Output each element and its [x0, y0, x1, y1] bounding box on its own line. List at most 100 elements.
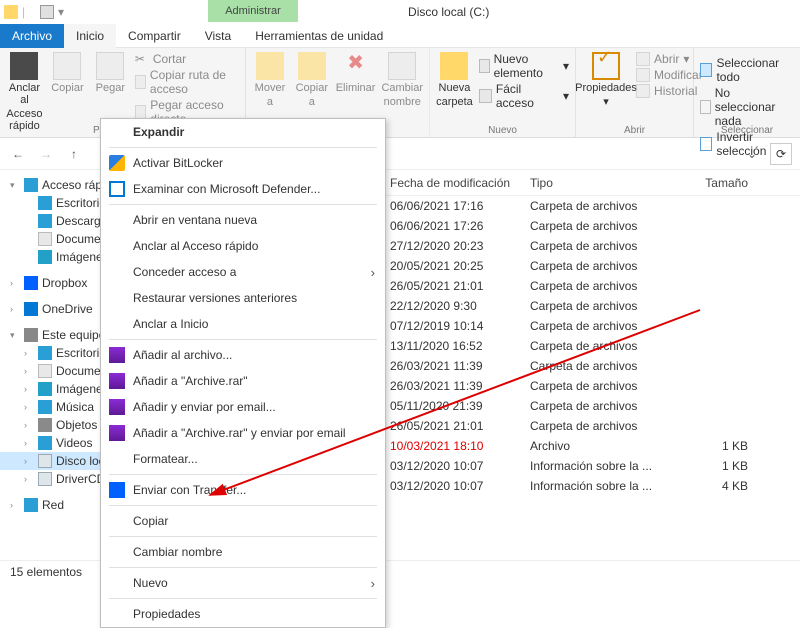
ctx-transfer[interactable]: Enviar con Transfer...	[101, 477, 385, 503]
cell-type: Carpeta de archivos	[530, 379, 688, 393]
new-folder-button[interactable]: Nuevacarpeta	[436, 50, 473, 108]
tab-home[interactable]: Inicio	[64, 24, 116, 48]
cell-size: 4 KB	[688, 479, 748, 493]
cell-type: Información sobre la ...	[530, 479, 688, 493]
ctx-add-send[interactable]: Añadir y enviar por email...	[101, 394, 385, 420]
ctx-new-window[interactable]: Abrir en ventana nueva	[101, 207, 385, 233]
ctx-add-rar[interactable]: Añadir a "Archive.rar"	[101, 368, 385, 394]
ctx-restore-versions[interactable]: Restaurar versiones anteriores	[101, 285, 385, 311]
ctx-rename[interactable]: Cambiar nombre	[101, 539, 385, 565]
copy-path-button[interactable]: Copiar ruta de acceso	[135, 68, 239, 96]
up-button[interactable]: ↑	[64, 144, 84, 164]
ctx-add-archive[interactable]: Añadir al archivo...	[101, 342, 385, 368]
new-item-icon	[479, 59, 490, 73]
open-button[interactable]: Abrir▾	[636, 52, 703, 66]
ctx-pin-quick[interactable]: Anclar al Acceso rápido	[101, 233, 385, 259]
open-icon	[636, 52, 650, 66]
tab-view[interactable]: Vista	[193, 24, 243, 48]
cell-date: 06/06/2021 17:16	[390, 199, 530, 213]
window-title: Disco local (C:)	[408, 5, 489, 19]
easy-access-button[interactable]: Fácil acceso▾	[479, 82, 569, 110]
chevron-right-icon: ›	[371, 265, 375, 280]
menubar: Archivo Inicio Compartir Vista Herramien…	[0, 24, 800, 48]
ctx-grant-access[interactable]: Conceder acceso a›	[101, 259, 385, 285]
ctx-bitlocker[interactable]: Activar BitLocker	[101, 150, 385, 176]
cell-size: 1 KB	[688, 459, 748, 473]
paste-button[interactable]: Pegar	[92, 50, 129, 94]
drive-icon	[38, 454, 52, 468]
cell-type: Carpeta de archivos	[530, 399, 688, 413]
tab-drive-tools[interactable]: Herramientas de unidad	[243, 24, 395, 48]
ctx-expand[interactable]: Expandir	[101, 119, 385, 145]
cell-type: Carpeta de archivos	[530, 419, 688, 433]
cell-type: Carpeta de archivos	[530, 279, 688, 293]
pin-quick-button[interactable]: Anclar alAcceso rápido	[6, 50, 43, 132]
ctx-add-rar-send[interactable]: Añadir a "Archive.rar" y enviar por emai…	[101, 420, 385, 446]
select-all-button[interactable]: Seleccionar todo	[700, 56, 794, 84]
new-item-button[interactable]: Nuevo elemento▾	[479, 52, 569, 80]
group-new: Nuevo	[430, 125, 575, 136]
delete-icon: ✖	[342, 52, 370, 80]
objects3d-icon	[38, 418, 52, 432]
tab-manage[interactable]: Administrar	[208, 0, 298, 22]
cd-icon	[38, 472, 52, 486]
document-icon	[38, 232, 52, 246]
video-icon	[38, 436, 52, 450]
ctx-format[interactable]: Formatear...	[101, 446, 385, 472]
tab-file[interactable]: Archivo	[0, 24, 64, 48]
back-button[interactable]: ←	[8, 144, 28, 164]
rename-button[interactable]: Cambiarnombre	[381, 50, 423, 108]
qat-dd[interactable]: ▾	[58, 5, 64, 19]
cell-type: Carpeta de archivos	[530, 239, 688, 253]
paste-icon	[96, 52, 124, 80]
col-type[interactable]: Tipo	[530, 176, 688, 190]
winrar-icon	[109, 399, 125, 415]
cell-type: Carpeta de archivos	[530, 319, 688, 333]
ctx-properties[interactable]: Propiedades	[101, 601, 385, 627]
delete-button[interactable]: ✖Eliminar	[336, 50, 376, 94]
cell-date: 13/11/2020 16:52	[390, 339, 530, 353]
cell-date: 20/05/2021 20:25	[390, 259, 530, 273]
col-size[interactable]: Tamaño	[688, 176, 748, 190]
cell-date: 26/05/2021 21:01	[390, 279, 530, 293]
copy-icon	[53, 52, 81, 80]
cut-icon: ✂	[135, 52, 149, 66]
drive-icon	[40, 5, 54, 19]
copy-to-button[interactable]: Copiara	[294, 50, 330, 108]
cut-button[interactable]: ✂Cortar	[135, 52, 239, 66]
cell-date: 26/03/2021 11:39	[390, 379, 530, 393]
cell-date: 26/03/2021 11:39	[390, 359, 530, 373]
copy-path-icon	[135, 75, 146, 89]
history-button[interactable]: Historial	[636, 84, 703, 98]
forward-button[interactable]: →	[36, 144, 56, 164]
titlebar: | ▾ Disco local (C:)	[0, 0, 800, 24]
easy-access-icon	[479, 89, 492, 103]
ctx-defender[interactable]: Examinar con Microsoft Defender...	[101, 176, 385, 202]
chevron-right-icon: ›	[371, 576, 375, 591]
music-icon	[38, 400, 52, 414]
cell-type: Carpeta de archivos	[530, 219, 688, 233]
select-none-button[interactable]: No seleccionar nada	[700, 86, 794, 128]
group-open: Abrir	[576, 125, 693, 136]
pictures-icon	[38, 382, 52, 396]
cell-type: Carpeta de archivos	[530, 259, 688, 273]
group-select: Seleccionar	[694, 125, 800, 136]
col-date[interactable]: Fecha de modificación	[390, 176, 530, 190]
select-none-icon	[700, 100, 711, 114]
cell-type: Información sobre la ...	[530, 459, 688, 473]
dropbox-icon	[24, 276, 38, 290]
edit-button[interactable]: Modificar	[636, 68, 703, 82]
folder-icon	[4, 5, 18, 19]
document-icon	[38, 364, 52, 378]
ctx-pin-start[interactable]: Anclar a Inicio	[101, 311, 385, 337]
winrar-icon	[109, 425, 125, 441]
copy-button[interactable]: Copiar	[49, 50, 86, 94]
ctx-new[interactable]: Nuevo›	[101, 570, 385, 596]
context-menu: Expandir Activar BitLocker Examinar con …	[100, 118, 386, 628]
move-to-button[interactable]: Movera	[252, 50, 288, 108]
tab-share[interactable]: Compartir	[116, 24, 193, 48]
cell-date: 03/12/2020 10:07	[390, 479, 530, 493]
properties-button[interactable]: Propiedades▾	[582, 50, 630, 108]
ctx-copy[interactable]: Copiar	[101, 508, 385, 534]
pictures-icon	[38, 250, 52, 264]
